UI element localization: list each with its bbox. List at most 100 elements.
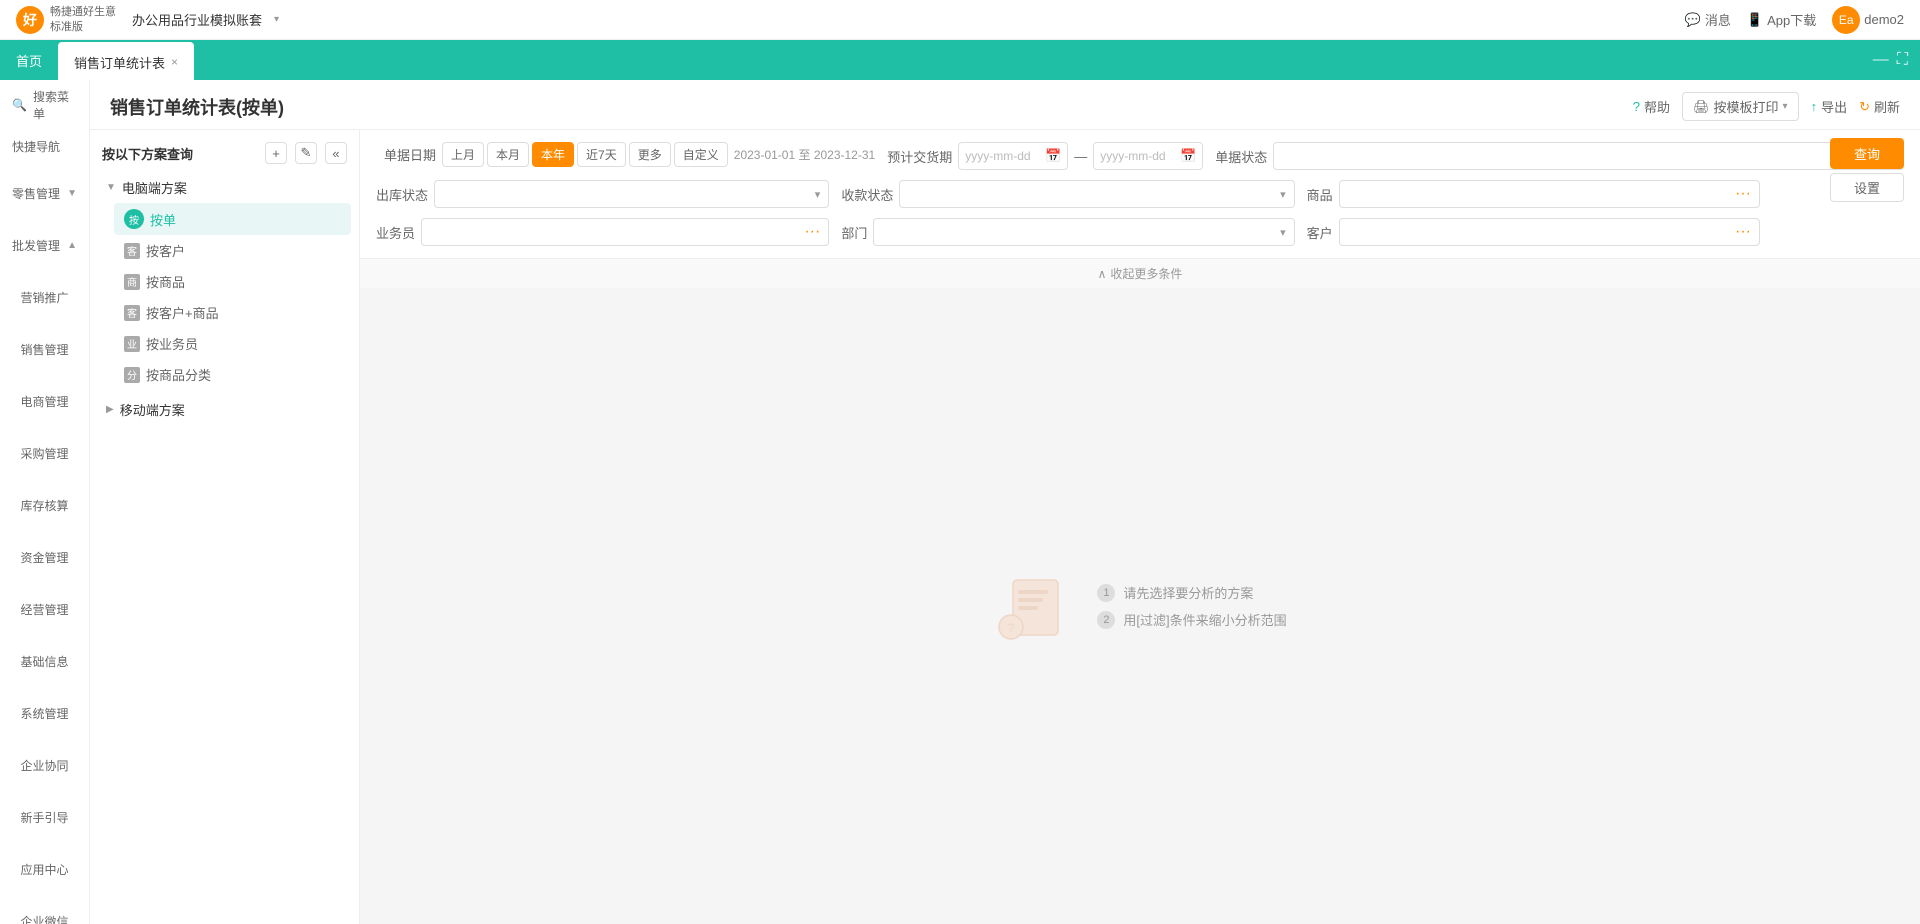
user-avatar[interactable]: Ea demo2: [1832, 6, 1904, 34]
system-dropdown-arrow[interactable]: ▾: [274, 14, 279, 25]
query-btn[interactable]: 查询: [1830, 138, 1904, 169]
date-btn-this-month[interactable]: 本月: [487, 142, 529, 167]
tip-num-2: 2: [1097, 611, 1115, 629]
help-btn[interactable]: ? 帮助: [1633, 97, 1670, 116]
logo-icon: 好: [16, 6, 44, 34]
item-icon-sales: 业: [124, 336, 140, 352]
sidebar-item-ecommerce[interactable]: 电商管理: [0, 375, 89, 427]
item-icon-product: 商: [124, 274, 140, 290]
refresh-btn[interactable]: ↻ 刷新: [1859, 97, 1900, 116]
tab-minimize-btn[interactable]: —: [1873, 51, 1889, 69]
panel-collapse-btn[interactable]: «: [325, 142, 347, 164]
customer-input[interactable]: ···: [1339, 218, 1760, 246]
sidebar-item-operation[interactable]: 经营管理: [0, 583, 89, 635]
tree-item-by-order[interactable]: 按 按单: [114, 203, 351, 235]
item-icon-cust-prod: 客: [124, 305, 140, 321]
tab-home[interactable]: 首页: [0, 40, 58, 80]
sidebar-item-finance[interactable]: 资金管理: [0, 531, 89, 583]
product-input[interactable]: ···: [1339, 180, 1760, 208]
department-select[interactable]: ▾: [873, 218, 1294, 246]
sidebar-item-system[interactable]: 系统管理: [0, 687, 89, 739]
collapse-bar[interactable]: ∧ 收起更多条件: [360, 258, 1920, 288]
order-status-label: 单据状态: [1215, 147, 1267, 166]
date-label: 单据日期: [376, 145, 436, 164]
collapse-left-icon: «: [332, 146, 339, 161]
sidebar-item-retail[interactable]: 零售管理 ▼: [0, 167, 89, 219]
panel-add-btn[interactable]: +: [265, 142, 287, 164]
help-icon: ?: [1633, 99, 1640, 114]
chevron-icon: ▲: [67, 240, 77, 251]
expected-date-start-input[interactable]: yyyy-mm-dd 📅: [958, 142, 1068, 170]
department-arrow: ▾: [1280, 226, 1286, 239]
print-dropdown-arrow: ▾: [1783, 101, 1788, 112]
tree-item-by-customer-product[interactable]: 客 按客户+商品: [114, 297, 351, 328]
customer-more-icon: ···: [1735, 223, 1751, 241]
sidebar-item-app-center[interactable]: 应用中心: [0, 843, 89, 895]
print-btn[interactable]: 🖨 按模板打印 ▾: [1682, 92, 1799, 121]
print-icon: 🖨: [1693, 99, 1710, 115]
date-btn-last-month[interactable]: 上月: [442, 142, 484, 167]
tab-bar: 首页 销售订单统计表 × — ⛶: [0, 40, 1920, 80]
item-icon-category: 分: [124, 367, 140, 383]
sidebar-item-enterprise[interactable]: 企业协同: [0, 739, 89, 791]
tree-group-mobile-header[interactable]: ▶ 移动端方案: [98, 394, 351, 425]
tab-close-btn[interactable]: ×: [171, 55, 178, 69]
filter-section: 单据日期 上月 本月 本年 近7天 更多 自定义 2023-01-01 至 20…: [360, 130, 1920, 288]
sidebar-item-wholesale[interactable]: 批发管理 ▲: [0, 219, 89, 271]
top-bar-right: 💬 消息 📱 App下载 Ea demo2: [1685, 6, 1904, 34]
tab-sales-order-stats[interactable]: 销售订单统计表 ×: [58, 42, 194, 82]
tree-children-pc: 按 按单 客 按客户 商 按商品: [98, 203, 351, 390]
tree-item-by-salesperson[interactable]: 业 按业务员: [114, 328, 351, 359]
date-btn-more[interactable]: 更多: [629, 142, 671, 167]
settings-btn[interactable]: 设置: [1830, 173, 1904, 202]
app-icon: 📱: [1747, 12, 1763, 28]
message-icon: 💬: [1685, 12, 1701, 28]
export-icon: ↑: [1811, 99, 1818, 114]
sidebar-item-newbie[interactable]: 新手引导: [0, 791, 89, 843]
salesperson-input[interactable]: ···: [421, 218, 829, 246]
panel-tree: ▼ 电脑端方案 按 按单 客 按客户: [90, 172, 359, 425]
empty-tip-1: 1 请先选择要分析的方案: [1097, 583, 1286, 602]
content-area: 销售订单统计表(按单) ? 帮助 🖨 按模板打印 ▾ ↑ 导出 ↻ 刷新: [90, 80, 1920, 924]
out-status-label: 出库状态: [376, 185, 428, 204]
sidebar-item-sales[interactable]: 销售管理: [0, 323, 89, 375]
tree-item-by-category[interactable]: 分 按商品分类: [114, 359, 351, 390]
receipt-status-arrow: ▾: [1280, 188, 1286, 201]
sidebar-item-basic[interactable]: 基础信息: [0, 635, 89, 687]
sidebar-item-quick-nav[interactable]: 快捷导航: [0, 130, 89, 163]
export-btn[interactable]: ↑ 导出: [1811, 97, 1848, 116]
receipt-status-select[interactable]: ▾: [899, 180, 1294, 208]
tab-maximize-btn[interactable]: ⛶: [1897, 51, 1908, 69]
product-more-icon: ···: [1735, 185, 1751, 203]
date-btn-this-year[interactable]: 本年: [532, 142, 574, 167]
cal-end-icon: 📅: [1180, 148, 1196, 164]
logo-area: 好 畅捷通好生意 标准版: [16, 5, 116, 34]
top-bar-left: 好 畅捷通好生意 标准版 办公用品行业模拟账套 ▾: [16, 5, 279, 34]
empty-state: ? 1 请先选择要分析的方案 2 用[过滤]条件来缩小分析范围: [360, 288, 1920, 924]
sidebar-item-marketing[interactable]: 营销推广: [0, 271, 89, 323]
sidebar-search[interactable]: 🔍 搜索菜单: [0, 80, 89, 130]
order-status-select[interactable]: ▾: [1273, 142, 1904, 170]
out-status-select[interactable]: ▾: [434, 180, 829, 208]
message-btn[interactable]: 💬 消息: [1685, 10, 1731, 29]
collapse-arrow-icon: ∧: [1098, 267, 1107, 281]
tree-item-by-customer[interactable]: 客 按客户: [114, 235, 351, 266]
tree-expand-icon: ▼: [106, 182, 116, 193]
refresh-icon: ↻: [1859, 99, 1870, 115]
sidebar-item-purchase[interactable]: 采购管理: [0, 427, 89, 479]
date-btn-custom[interactable]: 自定义: [674, 142, 728, 167]
panel-edit-btn[interactable]: ✎: [295, 142, 317, 164]
sidebar-item-wechat[interactable]: 企业微信: [0, 895, 89, 924]
empty-illustration: ?: [993, 565, 1073, 648]
page-title: 销售订单统计表(按单): [110, 94, 284, 120]
tree-item-by-product[interactable]: 商 按商品: [114, 266, 351, 297]
date-range-display: 2023-01-01 至 2023-12-31: [734, 146, 875, 163]
left-panel-wrapper: 按以下方案查询 + ✎ « ▼: [90, 130, 1920, 924]
date-btn-last-7-days[interactable]: 近7天: [577, 142, 626, 167]
expected-date-end-input[interactable]: yyyy-mm-dd 📅: [1093, 142, 1203, 170]
item-icon-customer: 客: [124, 243, 140, 259]
tree-group-pc-header[interactable]: ▼ 电脑端方案: [98, 172, 351, 203]
sidebar-item-inventory[interactable]: 库存核算: [0, 479, 89, 531]
tree-group-mobile: ▶ 移动端方案: [98, 394, 351, 425]
app-download-btn[interactable]: 📱 App下载: [1747, 10, 1816, 29]
